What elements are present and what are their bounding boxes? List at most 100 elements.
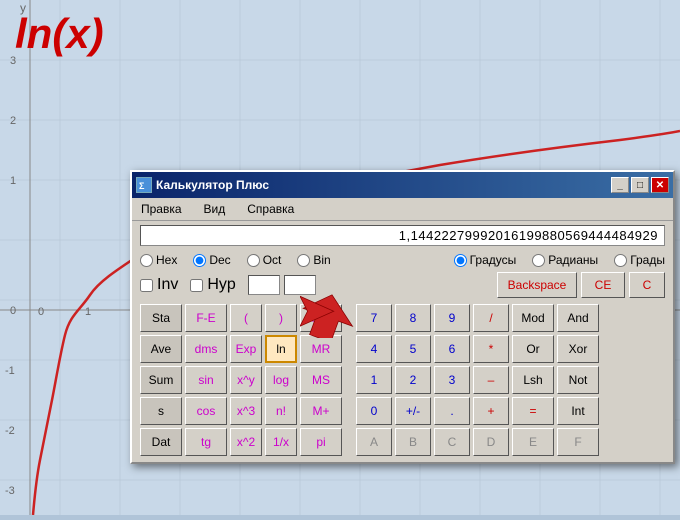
btn-and[interactable]: And xyxy=(557,304,599,332)
small-display-2 xyxy=(284,275,316,295)
btn-ms[interactable]: MS xyxy=(300,366,342,394)
oct-option[interactable]: Oct xyxy=(247,253,282,267)
btn-a[interactable]: A xyxy=(356,428,392,456)
svg-text:-2: -2 xyxy=(5,425,15,437)
btn-cos[interactable]: cos xyxy=(185,397,227,425)
inv-checkbox[interactable]: Inv xyxy=(140,276,178,294)
button-grid: Sta F-E ( ) MC 7 8 9 / Mod And Ave dms E… xyxy=(140,304,665,456)
dec-option[interactable]: Dec xyxy=(193,253,230,267)
btn-mr[interactable]: MR xyxy=(300,335,342,363)
app-icon: Σ xyxy=(136,177,152,193)
btn-f[interactable]: F xyxy=(557,428,599,456)
btn-mc[interactable]: MC xyxy=(300,304,342,332)
btn-xpow3[interactable]: x^3 xyxy=(230,397,262,425)
btn-tg[interactable]: tg xyxy=(185,428,227,456)
grads-option[interactable]: Грады xyxy=(614,253,665,267)
btn-s[interactable]: s xyxy=(140,397,182,425)
btn-close-paren[interactable]: ) xyxy=(265,304,297,332)
menu-bar: Правка Вид Справка xyxy=(132,198,673,221)
svg-text:0: 0 xyxy=(10,305,16,317)
calc-row-4: Dat tg x^2 1/x pi A B C D E F xyxy=(140,428,665,456)
btn-int[interactable]: Int xyxy=(557,397,599,425)
number-base-row: Hex Dec Oct Bin Градусы Радианы Грады xyxy=(132,250,673,270)
btn-or[interactable]: Or xyxy=(512,335,554,363)
title-bar-controls: _ □ ✕ xyxy=(611,177,669,193)
graph-title: ln(x) xyxy=(15,10,104,58)
calculator-window: Σ Калькулятор Плюс _ □ ✕ Правка Вид Спра… xyxy=(130,170,675,464)
degrees-option[interactable]: Градусы xyxy=(454,253,517,267)
btn-3[interactable]: 3 xyxy=(434,366,470,394)
btn-log[interactable]: log xyxy=(265,366,297,394)
btn-exp[interactable]: Exp xyxy=(230,335,262,363)
btn-e[interactable]: E xyxy=(512,428,554,456)
btn-ave[interactable]: Ave xyxy=(140,335,182,363)
title-bar-left: Σ Калькулятор Плюс xyxy=(136,177,269,193)
minimize-button[interactable]: _ xyxy=(611,177,629,193)
radians-option[interactable]: Радианы xyxy=(532,253,598,267)
close-button[interactable]: ✕ xyxy=(651,177,669,193)
maximize-button[interactable]: □ xyxy=(631,177,649,193)
btn-sta[interactable]: Sta xyxy=(140,304,182,332)
btn-mplus[interactable]: M+ xyxy=(300,397,342,425)
btn-lsh[interactable]: Lsh xyxy=(512,366,554,394)
btn-0[interactable]: 0 xyxy=(356,397,392,425)
menu-view[interactable]: Вид xyxy=(201,201,229,217)
hyp-checkbox[interactable]: Hyp xyxy=(190,276,235,294)
btn-divide[interactable]: / xyxy=(473,304,509,332)
btn-dat[interactable]: Dat xyxy=(140,428,182,456)
title-bar: Σ Калькулятор Плюс _ □ ✕ xyxy=(132,172,673,198)
backspace-button[interactable]: Backspace xyxy=(497,272,577,298)
svg-text:-3: -3 xyxy=(5,485,15,497)
c-button[interactable]: C xyxy=(629,272,665,298)
btn-mod[interactable]: Mod xyxy=(512,304,554,332)
btn-1[interactable]: 1 xyxy=(356,366,392,394)
btn-not[interactable]: Not xyxy=(557,366,599,394)
menu-edit[interactable]: Правка xyxy=(138,201,185,217)
btn-fe[interactable]: F-E xyxy=(185,304,227,332)
calc-row-3: s cos x^3 n! M+ 0 +/- . + = Int xyxy=(140,397,665,425)
small-display-1 xyxy=(248,275,280,295)
btn-7[interactable]: 7 xyxy=(356,304,392,332)
calc-row-2: Sum sin x^y log MS 1 2 3 – Lsh Not xyxy=(140,366,665,394)
btn-ln[interactable]: ln xyxy=(265,335,297,363)
btn-d[interactable]: D xyxy=(473,428,509,456)
btn-b[interactable]: B xyxy=(395,428,431,456)
btn-plusminus[interactable]: +/- xyxy=(395,397,431,425)
display-area: 1,14422279992016199880569444484929 xyxy=(132,221,673,250)
button-area: Sta F-E ( ) MC 7 8 9 / Mod And Ave dms E… xyxy=(132,300,673,462)
ce-button[interactable]: CE xyxy=(581,272,625,298)
btn-6[interactable]: 6 xyxy=(434,335,470,363)
svg-text:1: 1 xyxy=(10,175,16,187)
btn-2[interactable]: 2 xyxy=(395,366,431,394)
btn-open-paren[interactable]: ( xyxy=(230,304,262,332)
btn-plus[interactable]: + xyxy=(473,397,509,425)
btn-sin[interactable]: sin xyxy=(185,366,227,394)
btn-equals[interactable]: = xyxy=(512,397,554,425)
hex-option[interactable]: Hex xyxy=(140,253,177,267)
btn-8[interactable]: 8 xyxy=(395,304,431,332)
svg-text:Σ: Σ xyxy=(139,181,145,191)
btn-9[interactable]: 9 xyxy=(434,304,470,332)
svg-text:2: 2 xyxy=(10,115,16,127)
svg-text:1: 1 xyxy=(85,306,91,318)
btn-sum[interactable]: Sum xyxy=(140,366,182,394)
btn-xor[interactable]: Xor xyxy=(557,335,599,363)
options-row: Inv Hyp Backspace CE C xyxy=(132,270,673,300)
btn-xpowy[interactable]: x^y xyxy=(230,366,262,394)
bin-option[interactable]: Bin xyxy=(297,253,330,267)
btn-factorial[interactable]: n! xyxy=(265,397,297,425)
svg-text:0: 0 xyxy=(38,306,44,318)
btn-reciprocal[interactable]: 1/x xyxy=(265,428,297,456)
btn-dot[interactable]: . xyxy=(434,397,470,425)
btn-multiply[interactable]: * xyxy=(473,335,509,363)
btn-pi[interactable]: pi xyxy=(300,428,342,456)
window-title: Калькулятор Плюс xyxy=(156,178,269,192)
btn-5[interactable]: 5 xyxy=(395,335,431,363)
btn-4[interactable]: 4 xyxy=(356,335,392,363)
btn-xpow2[interactable]: x^2 xyxy=(230,428,262,456)
btn-dms[interactable]: dms xyxy=(185,335,227,363)
btn-c[interactable]: C xyxy=(434,428,470,456)
svg-text:-1: -1 xyxy=(5,365,15,377)
btn-minus[interactable]: – xyxy=(473,366,509,394)
menu-help[interactable]: Справка xyxy=(244,201,297,217)
